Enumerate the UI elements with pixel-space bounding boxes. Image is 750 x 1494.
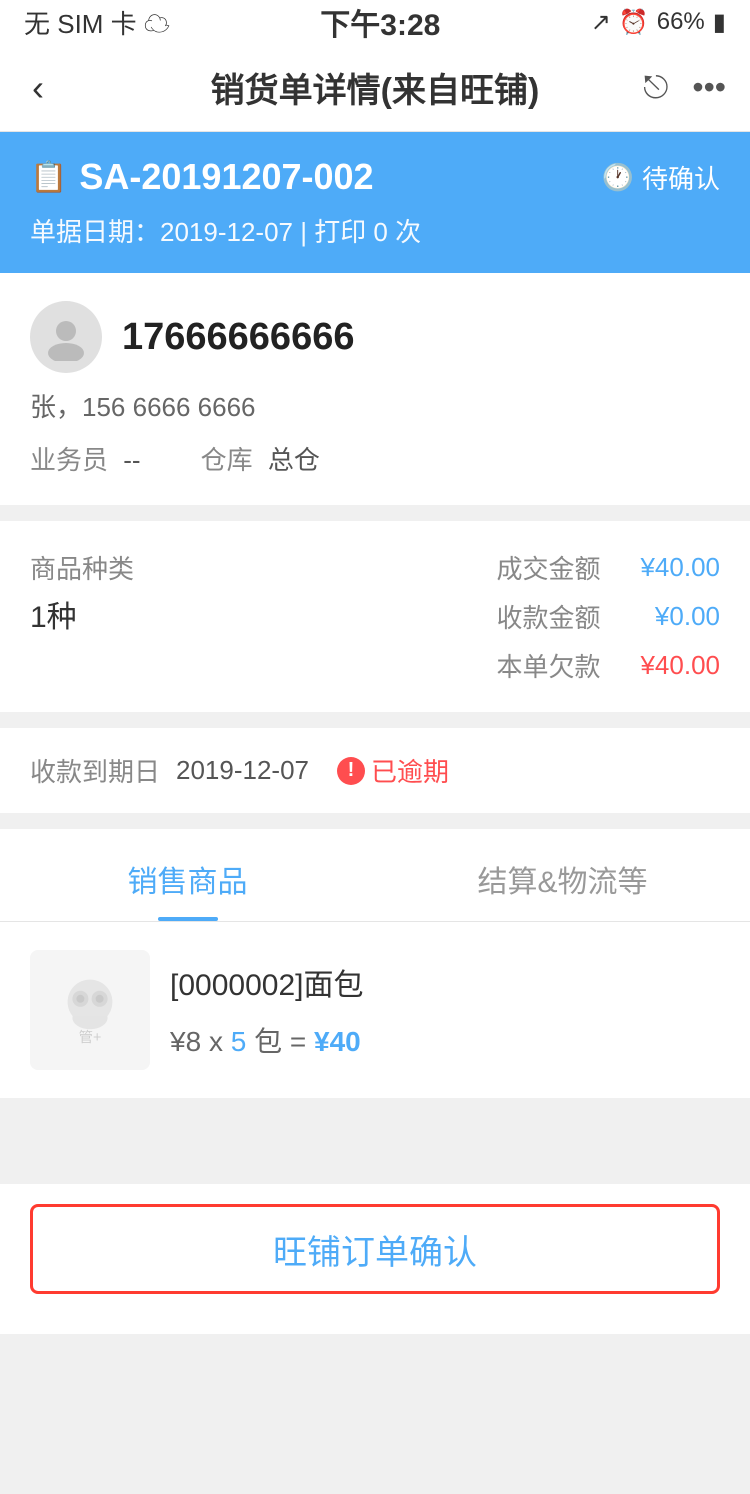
- order-id-text: SA-20191207-002: [79, 156, 373, 198]
- transaction-row: 成交金额 ¥40.00: [496, 549, 720, 586]
- amounts-card: 商品种类 1种 成交金额 ¥40.00 收款金额 ¥0.00 本单欠款 ¥40.…: [0, 521, 750, 712]
- formula-eq: =: [290, 1026, 314, 1057]
- received-label: 收款金额: [496, 598, 600, 635]
- product-item: 管+ [0000002]面包 ¥8 x 5 包 = ¥40: [0, 922, 750, 1098]
- formula-x: x: [209, 1026, 231, 1057]
- order-date: 单据日期：2019-12-07 | 打印 0 次: [30, 212, 720, 249]
- page-title: 销货单详情(来自旺铺): [211, 63, 540, 112]
- product-formula: ¥8 x 5 包 = ¥40: [170, 1020, 720, 1060]
- due-date-card: 收款到期日 2019-12-07 ! 已逾期: [0, 728, 750, 813]
- overdue-icon: !: [337, 757, 365, 785]
- balance-value: ¥40.00: [640, 650, 720, 681]
- received-value: ¥0.00: [655, 601, 720, 632]
- warehouse-label: 仓库 总仓: [201, 440, 320, 477]
- customer-name: 张，156 6666 6666: [30, 387, 720, 424]
- product-name: [0000002]面包: [170, 960, 720, 1004]
- confirm-button[interactable]: 旺铺订单确认: [30, 1204, 720, 1294]
- share-icon[interactable]: ⎋: [643, 69, 668, 107]
- transaction-label: 成交金额: [496, 549, 600, 586]
- due-date-value: 2019-12-07: [176, 755, 309, 786]
- amounts-list: 成交金额 ¥40.00 收款金额 ¥0.00 本单欠款 ¥40.00: [496, 549, 720, 684]
- tab-goods[interactable]: 销售商品: [0, 829, 375, 921]
- salesperson-label: 业务员 --: [30, 440, 141, 477]
- more-icon[interactable]: •••: [692, 69, 726, 106]
- received-row: 收款金额 ¥0.00: [496, 598, 720, 635]
- product-list: 管+ [0000002]面包 ¥8 x 5 包 = ¥40: [0, 922, 750, 1098]
- avatar: [30, 301, 102, 373]
- status-bar: 无 SIM 卡 ☁ 下午3:28 ↗ ⏰ 66% ▮: [0, 0, 750, 44]
- tabs-bar: 销售商品 结算&物流等: [0, 829, 750, 922]
- overdue-label: 已逾期: [371, 752, 449, 789]
- customer-phone: 17666666666: [122, 316, 354, 359]
- order-header: 📋 SA-20191207-002 🕐 待确认 单据日期：2019-12-07 …: [0, 132, 750, 273]
- order-icon: 📋: [30, 160, 67, 195]
- bottom-bar: 旺铺订单确认: [0, 1184, 750, 1334]
- order-status: 🕐 待确认: [602, 159, 720, 196]
- product-thumbnail: 管+: [30, 950, 150, 1070]
- product-qty: 5: [231, 1026, 247, 1057]
- warehouse-value: 总仓: [268, 445, 320, 475]
- status-bar-right: ↗ ⏰ 66% ▮: [591, 8, 726, 37]
- location-icon: ↗: [591, 8, 611, 37]
- battery-level: 66%: [657, 8, 705, 36]
- svg-text:管+: 管+: [79, 1029, 102, 1046]
- goods-count-value: 1种: [30, 592, 134, 636]
- back-button[interactable]: ‹: [24, 59, 52, 117]
- nav-actions: ⎋ •••: [643, 69, 726, 107]
- warehouse-key: 仓库: [201, 445, 253, 475]
- customer-meta: 业务员 -- 仓库 总仓: [30, 440, 720, 477]
- battery-icon: ▮: [713, 8, 726, 37]
- product-info: [0000002]面包 ¥8 x 5 包 = ¥40: [170, 960, 720, 1060]
- alarm-icon: ⏰: [619, 8, 649, 37]
- status-bar-time: 下午3:28: [320, 0, 440, 44]
- nav-bar: ‹ 销货单详情(来自旺铺) ⎋ •••: [0, 44, 750, 132]
- tab-settle[interactable]: 结算&物流等: [375, 829, 750, 921]
- balance-row: 本单欠款 ¥40.00: [496, 647, 720, 684]
- salesperson-value: --: [123, 445, 140, 475]
- overdue-badge: ! 已逾期: [337, 752, 449, 789]
- transaction-value: ¥40.00: [640, 552, 720, 583]
- sim-status: 无 SIM 卡 ☁: [24, 4, 170, 41]
- product-price: ¥8: [170, 1026, 201, 1057]
- order-status-text: 待确认: [642, 159, 720, 196]
- goods-count-label: 商品种类: [30, 549, 134, 586]
- customer-top: 17666666666: [30, 301, 720, 373]
- customer-card: 17666666666 张，156 6666 6666 业务员 -- 仓库 总仓: [0, 273, 750, 505]
- due-label: 收款到期日: [30, 752, 160, 789]
- clock-icon: 🕐: [602, 162, 634, 193]
- salesperson-key: 业务员: [30, 445, 108, 475]
- goods-count: 商品种类 1种: [30, 549, 134, 636]
- order-id: 📋 SA-20191207-002: [30, 156, 374, 198]
- product-unit: 包: [254, 1026, 282, 1057]
- balance-label: 本单欠款: [496, 647, 600, 684]
- order-header-top: 📋 SA-20191207-002 🕐 待确认: [30, 156, 720, 198]
- product-total: ¥40: [314, 1026, 361, 1057]
- status-bar-left: 无 SIM 卡 ☁: [24, 4, 170, 41]
